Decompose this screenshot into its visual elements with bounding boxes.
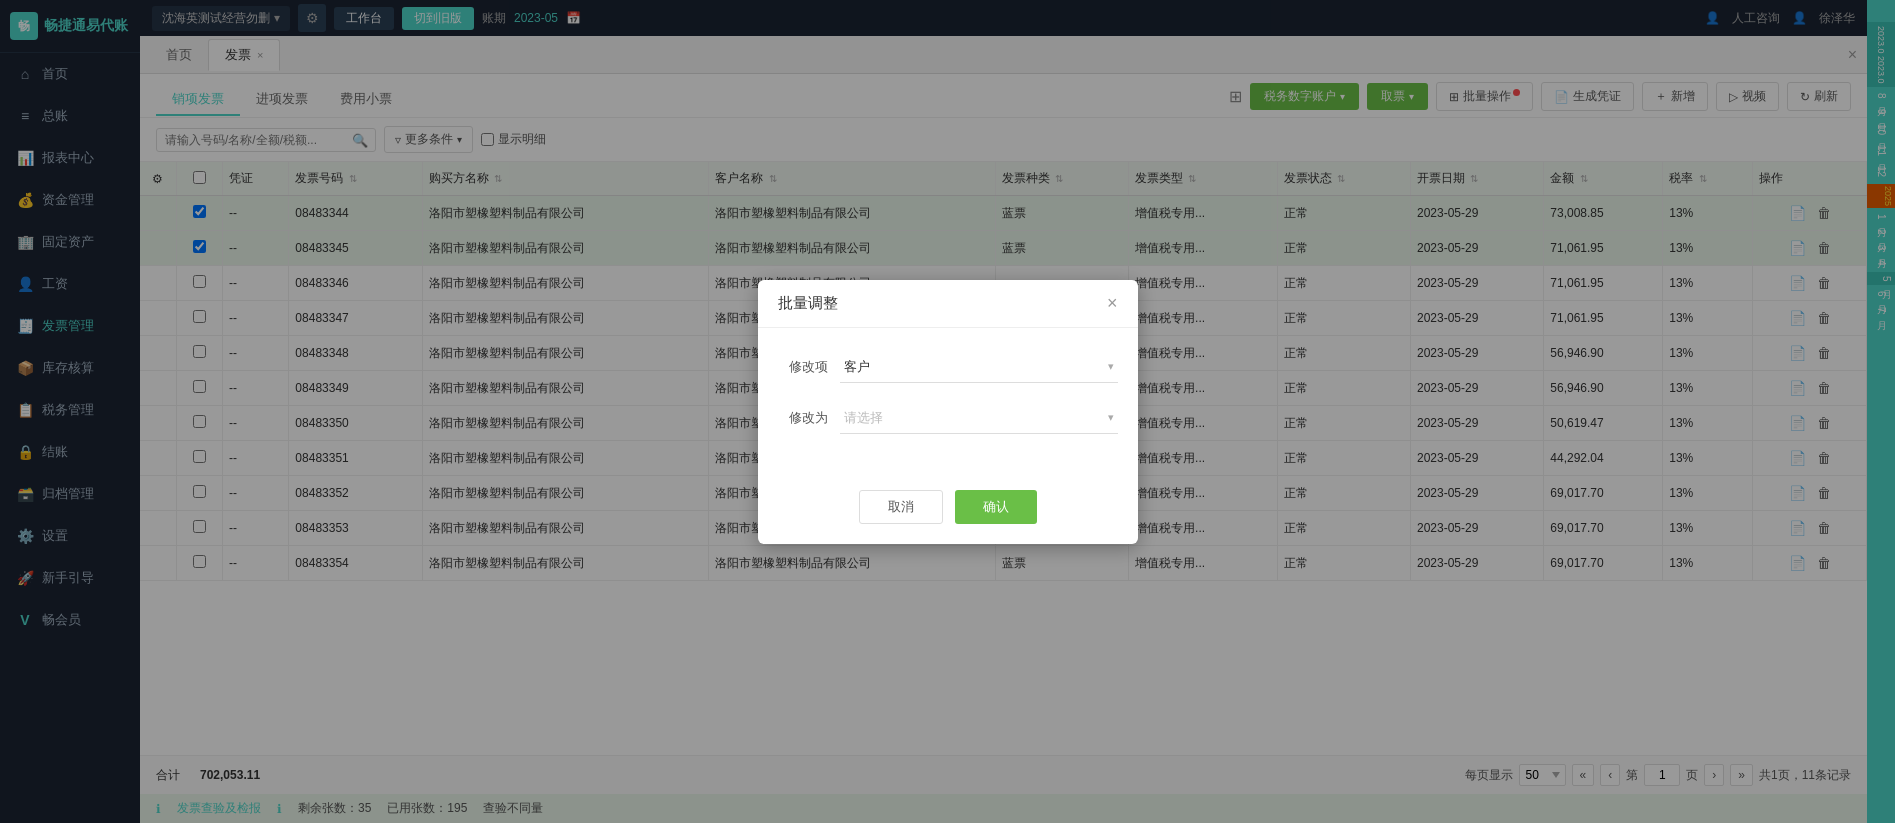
modal-change-select[interactable]: 请选择 ▾	[840, 403, 1118, 434]
modal-change-placeholder: 请选择	[844, 409, 883, 427]
modal-cancel-btn[interactable]: 取消	[859, 490, 943, 524]
modal-footer: 取消 确认	[758, 478, 1138, 544]
modal-overlay[interactable]: 批量调整 × 修改项 客户 ▾ 修改为 请选择 ▾ 取消 确认	[0, 0, 1895, 823]
modal-change-chevron-icon: ▾	[1108, 411, 1114, 424]
modal-header: 批量调整 ×	[758, 280, 1138, 328]
modal-change-row: 修改为 请选择 ▾	[778, 403, 1118, 434]
modal-title: 批量调整	[778, 294, 838, 313]
modal-confirm-btn[interactable]: 确认	[955, 490, 1037, 524]
batch-adjust-modal: 批量调整 × 修改项 客户 ▾ 修改为 请选择 ▾ 取消 确认	[758, 280, 1138, 544]
modal-field-chevron-icon: ▾	[1108, 360, 1114, 373]
modal-body: 修改项 客户 ▾ 修改为 请选择 ▾	[758, 328, 1138, 478]
modal-field-select[interactable]: 客户 ▾	[840, 352, 1118, 383]
modal-field-value: 客户	[844, 358, 870, 376]
modal-close-btn[interactable]: ×	[1107, 294, 1118, 312]
modal-change-label: 修改为	[778, 409, 828, 427]
modal-field-label: 修改项	[778, 358, 828, 376]
modal-field-row: 修改项 客户 ▾	[778, 352, 1118, 383]
